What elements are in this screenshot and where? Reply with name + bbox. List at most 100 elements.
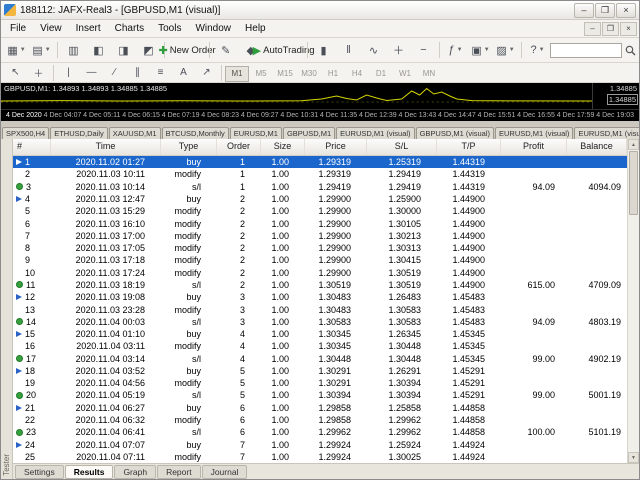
new-chart-button[interactable]: ▦ ▼ <box>4 40 29 61</box>
table-row[interactable]: 22 2020.11.04 06:32 modify 6 1.00 1.29858 1.29… <box>13 413 627 427</box>
table-row[interactable]: 14 2020.11.04 00:03 s/l 3 1.00 1.30583 1.30583… <box>13 315 627 328</box>
child-minimize-button[interactable]: – <box>584 21 601 36</box>
cursor-button[interactable]: ↖ <box>4 64 27 81</box>
text-tool-button[interactable]: A <box>172 64 195 81</box>
timeframe-button-m5[interactable]: M5 <box>249 66 273 82</box>
table-row[interactable]: 2 2020.11.03 10:11 modify 1 1.00 1.29319 1.294… <box>13 168 627 181</box>
column-header-size[interactable]: Size <box>261 139 305 155</box>
chart-tab[interactable]: SPX500,H4 <box>2 127 50 139</box>
scroll-down-icon[interactable]: ▼ <box>628 452 639 463</box>
data-window-button[interactable]: ◧ <box>86 40 111 61</box>
column-header-tp[interactable]: T/P <box>437 139 501 155</box>
column-header-price[interactable]: Price <box>305 139 367 155</box>
table-row[interactable]: 24 2020.11.04 07:07 buy 7 1.00 1.29924 1.25924… <box>13 438 627 451</box>
chart-tab[interactable]: EURUSD,M1 (visual) <box>336 127 415 139</box>
arrows-tool-button[interactable]: ↗ <box>195 64 218 81</box>
table-row[interactable]: 18 2020.11.04 03:52 buy 5 1.00 1.30291 1.26291… <box>13 364 627 378</box>
chart-tab[interactable]: EURUSD,M1 <box>229 127 282 139</box>
periods-button[interactable]: ▣ ▼ <box>468 40 493 61</box>
crosshair-button[interactable]: ＋ <box>27 64 50 81</box>
child-close-button[interactable]: × <box>620 21 637 36</box>
menu-item-help[interactable]: Help <box>238 22 273 35</box>
table-row[interactable]: 5 2020.11.03 15:29 modify 2 1.00 1.29900 1.300… <box>13 205 627 218</box>
zoom-in-button[interactable]: ＋ <box>386 40 411 61</box>
menu-item-insert[interactable]: Insert <box>69 22 108 35</box>
help-button[interactable]: ? ▼ <box>525 40 550 61</box>
profiles-button[interactable]: ▤ ▼ <box>29 40 54 61</box>
indicators-button[interactable]: ƒ ▼ <box>443 40 468 61</box>
table-row[interactable]: 25 2020.11.04 07:11 modify 7 1.00 1.29924 1.30… <box>13 450 627 464</box>
menu-item-view[interactable]: View <box>33 22 69 35</box>
navigator-button[interactable]: ◨ <box>111 40 136 61</box>
autotrading-button[interactable]: ▶ AutoTrading <box>253 40 315 61</box>
chart-area[interactable]: GBPUSD,M1: 1.34893 1.34893 1.34885 1.348… <box>1 83 592 109</box>
column-header-time[interactable]: Time <box>51 139 161 155</box>
tester-tab-settings[interactable]: Settings <box>15 464 64 479</box>
chart-tab[interactable]: GBPUSD,M1 <box>282 127 336 139</box>
table-row[interactable]: 23 2020.11.04 06:41 s/l 6 1.00 1.29962 1.29962… <box>13 426 627 439</box>
bar-chart-button[interactable]: ‖ <box>336 40 361 61</box>
vertical-scrollbar[interactable]: ▲ ▼ <box>627 139 639 463</box>
timeframe-button-w1[interactable]: W1 <box>393 66 417 82</box>
table-row[interactable]: 21 2020.11.04 06:27 buy 6 1.00 1.29858 1.25858… <box>13 401 627 414</box>
table-row[interactable]: 15 2020.11.04 01:10 buy 4 1.00 1.30345 1.26345… <box>13 327 627 341</box>
terminal-button[interactable]: ◩ <box>136 40 161 61</box>
zoom-out-button[interactable]: − <box>411 40 436 61</box>
timeframe-button-h1[interactable]: H1 <box>321 66 345 82</box>
menu-item-file[interactable]: File <box>3 22 33 35</box>
chart-tab[interactable]: BTCUSD,Monthly <box>161 127 229 139</box>
table-row[interactable]: 13 2020.11.03 23:28 modify 3 1.00 1.30483 1.30… <box>13 303 627 316</box>
chart-tab[interactable]: XAUUSD,M1 <box>108 127 161 139</box>
channel-button[interactable]: ∥ <box>126 64 149 81</box>
metaeditor-button[interactable]: ✎ <box>213 40 238 61</box>
fibonacci-button[interactable]: ≡ <box>149 64 172 81</box>
line-chart-button[interactable]: ∿ <box>361 40 386 61</box>
timeframe-button-m15[interactable]: M15 <box>273 66 297 82</box>
child-restore-button[interactable]: ❐ <box>602 21 619 36</box>
menu-item-charts[interactable]: Charts <box>108 22 151 35</box>
table-row[interactable]: 10 2020.11.03 17:24 modify 2 1.00 1.29900 1.30… <box>13 266 627 279</box>
market-watch-button[interactable]: ▥ <box>61 40 86 61</box>
search-input[interactable] <box>550 42 622 58</box>
templates-button[interactable]: ▨ ▼ <box>493 40 518 61</box>
table-row[interactable]: 4 2020.11.03 12:47 buy 2 1.00 1.29900 1.25900 1… <box>13 192 627 206</box>
column-header-sl[interactable]: S/L <box>367 139 437 155</box>
table-row[interactable]: 6 2020.11.03 16:10 modify 2 1.00 1.29900 1.301… <box>13 217 627 230</box>
close-button[interactable]: × <box>616 2 636 18</box>
scroll-up-icon[interactable]: ▲ <box>628 139 639 150</box>
candlestick-chart-button[interactable]: ▮ <box>311 40 336 61</box>
timeframe-button-m30[interactable]: M30 <box>297 66 321 82</box>
tester-tab-graph[interactable]: Graph <box>114 464 157 479</box>
column-header-profit[interactable]: Profit <box>501 139 567 155</box>
scrollbar-thumb[interactable] <box>629 151 638 215</box>
timeframe-button-mn[interactable]: MN <box>417 66 441 82</box>
horizontal-line-button[interactable]: — <box>80 64 103 81</box>
chart-tab[interactable]: EURUSD,M1 (visual) <box>574 127 639 139</box>
minimize-button[interactable]: – <box>574 2 594 18</box>
menu-item-window[interactable]: Window <box>188 22 238 35</box>
timeframe-button-m1[interactable]: M1 <box>225 65 249 82</box>
timeframe-button-h4[interactable]: H4 <box>345 66 369 82</box>
table-row[interactable]: 12 2020.11.03 19:08 buy 3 1.00 1.30483 1.26483… <box>13 291 627 304</box>
chart-tab[interactable]: ETHUSD,Daily <box>50 127 108 139</box>
table-row[interactable]: 19 2020.11.04 04:56 modify 5 1.00 1.30291 1.30… <box>13 377 627 390</box>
table-row[interactable]: 16 2020.11.04 03:11 modify 4 1.00 1.30345 1.30… <box>13 340 627 353</box>
chart-tab[interactable]: EURUSD,M1 (visual) <box>495 127 574 139</box>
search-icon[interactable] <box>625 45 636 56</box>
table-row[interactable]: 1 2020.11.02 01:27 buy 1 1.00 1.29319 1.25319 1… <box>13 156 627 169</box>
timeframe-button-d1[interactable]: D1 <box>369 66 393 82</box>
tester-tab-results[interactable]: Results <box>64 464 114 479</box>
vertical-line-button[interactable]: | <box>57 64 80 81</box>
chart-tab[interactable]: GBPUSD,M1 (visual) <box>415 127 494 139</box>
column-header-[interactable]: # <box>13 139 51 155</box>
table-row[interactable]: 11 2020.11.03 18:19 s/l 2 1.00 1.30519 1.30519… <box>13 278 627 292</box>
table-row[interactable]: 9 2020.11.03 17:18 modify 2 1.00 1.29900 1.304… <box>13 254 627 267</box>
table-row[interactable]: 7 2020.11.03 17:00 modify 2 1.00 1.29900 1.302… <box>13 229 627 242</box>
table-row[interactable]: 17 2020.11.04 03:14 s/l 4 1.00 1.30448 1.30448… <box>13 352 627 365</box>
column-header-balance[interactable]: Balance <box>567 139 627 155</box>
table-row[interactable]: 20 2020.11.04 05:19 s/l 5 1.00 1.30394 1.30394… <box>13 389 627 402</box>
new-order-button[interactable]: ✚ New Order <box>159 40 216 61</box>
restore-button[interactable]: ❐ <box>595 2 615 18</box>
column-header-type[interactable]: Type <box>161 139 217 155</box>
column-header-order[interactable]: Order <box>217 139 261 155</box>
